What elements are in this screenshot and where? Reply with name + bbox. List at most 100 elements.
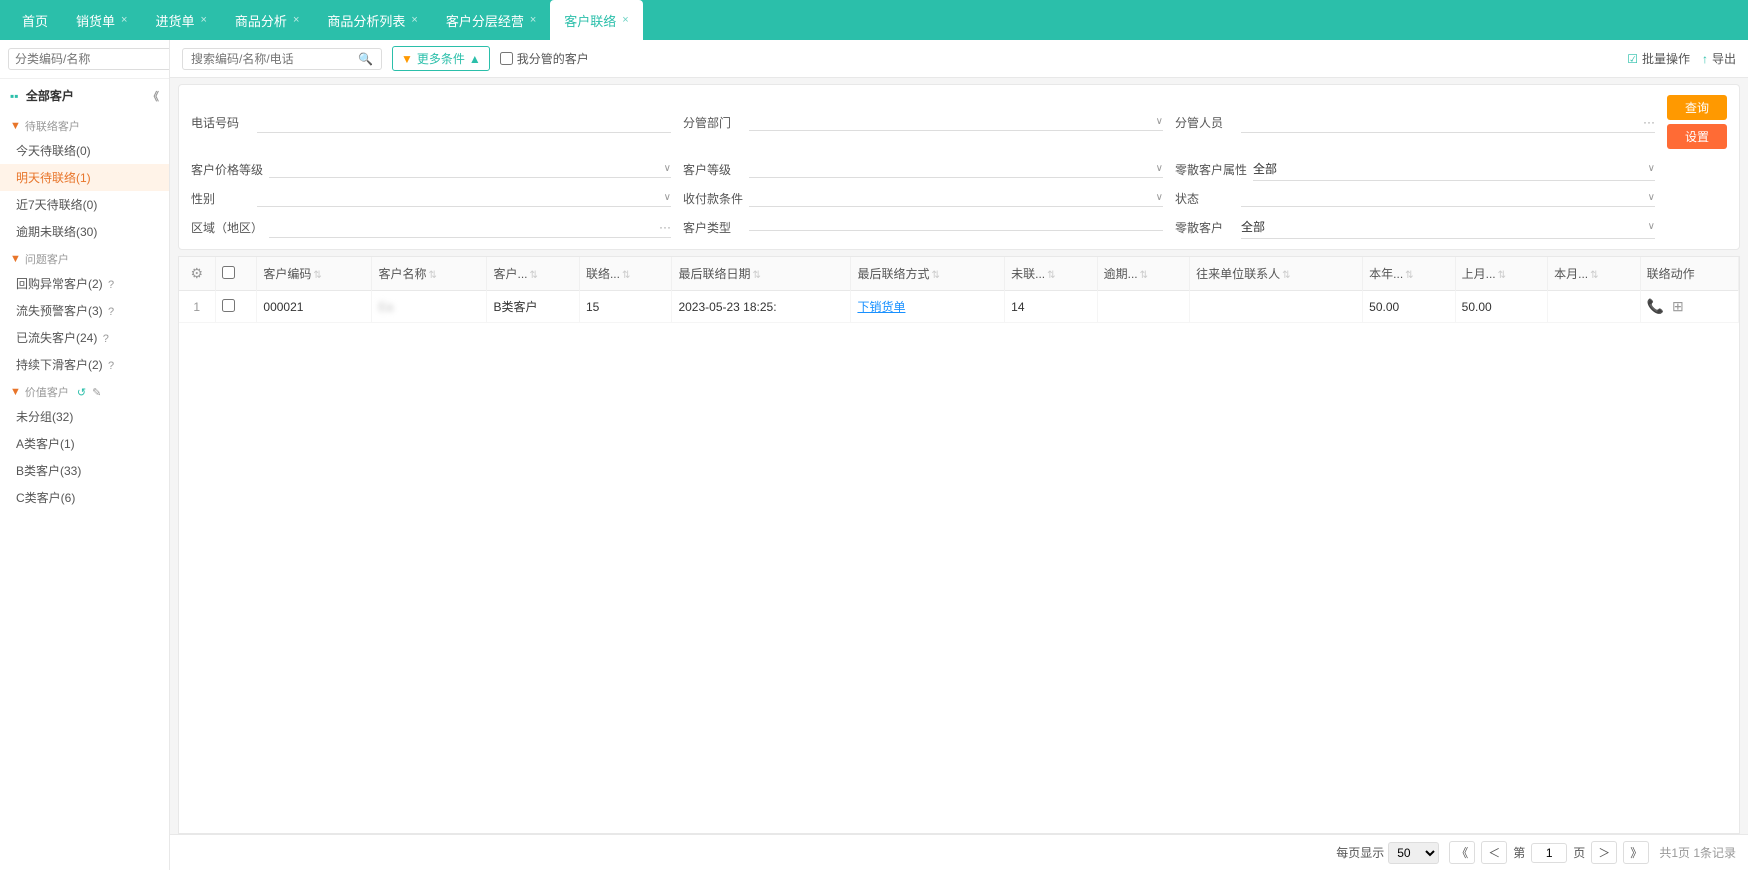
pagination: 《 ＜ 第 页 ＞ 》	[1449, 841, 1649, 864]
nav-sales[interactable]: 销货单 ×	[62, 0, 141, 40]
filter-region-select[interactable]: ···	[269, 217, 671, 238]
export-btn[interactable]: ↑ 导出	[1702, 50, 1736, 67]
sidebar-item-overdue[interactable]: 逾期未联络(30)	[0, 218, 169, 245]
last-method-link[interactable]: 下销货单	[857, 300, 905, 314]
clevel-chevron-icon: ∨	[1156, 163, 1163, 174]
select-all-checkbox[interactable]	[222, 266, 235, 279]
page-number-input[interactable]	[1531, 843, 1567, 863]
col-uncontacted[interactable]: 未联...⇅	[1005, 257, 1097, 291]
filter-phone-input[interactable]	[257, 112, 671, 133]
filter-retail-attr-select[interactable]: 全部 ∨	[1253, 157, 1655, 181]
col-name[interactable]: 客户名称⇅	[372, 257, 487, 291]
more-conditions-btn[interactable]: ▼ 更多条件 ▲	[392, 46, 490, 71]
sidebar-item-churned[interactable]: 已流失客户(24) ?	[0, 324, 169, 351]
retail-chevron-icon: ∨	[1648, 221, 1655, 232]
nav-product-analysis[interactable]: 商品分析 ×	[221, 0, 313, 40]
sidebar-item-tomorrow[interactable]: 明天待联络(1)	[0, 164, 169, 191]
row-checkbox[interactable]	[222, 299, 235, 312]
gender-chevron-icon: ∨	[664, 192, 671, 203]
filter-person-dots[interactable]: ···	[1643, 115, 1655, 129]
filter-person-select[interactable]: ···	[1241, 112, 1655, 133]
col-unit-contact[interactable]: 往来单位联系人⇅	[1190, 257, 1363, 291]
gear-icon[interactable]: ⚙	[190, 265, 203, 281]
close-product-analysis-icon[interactable]: ×	[293, 14, 299, 26]
col-last-month[interactable]: 上月...⇅	[1455, 257, 1547, 291]
sidebar-item-7days[interactable]: 近7天待联络(0)	[0, 191, 169, 218]
main-search-icon[interactable]: 🔍	[358, 52, 373, 66]
close-sales-icon[interactable]: ×	[121, 14, 127, 26]
main-search-input[interactable]	[191, 52, 358, 66]
filter-payment-select[interactable]: ∨	[749, 189, 1163, 207]
filter-price-select[interactable]: ∨	[269, 160, 671, 178]
col-type[interactable]: 客户...⇅	[487, 257, 579, 291]
col-overdue[interactable]: 逾期...⇅	[1097, 257, 1189, 291]
col-contact-count[interactable]: 联络...⇅	[579, 257, 671, 291]
collapse-icon[interactable]: 《	[148, 88, 159, 104]
refresh-icon[interactable]: ↺	[77, 386, 86, 399]
sidebar-item-churn-warning[interactable]: 流失预警客户(3) ?	[0, 297, 169, 324]
close-customer-contact-icon[interactable]: ×	[622, 14, 628, 26]
content-area: 🔍 ▼ 更多条件 ▲ 我分管的客户 ☑ 批量操作 ↑ 导出	[170, 40, 1748, 870]
filter-status-select[interactable]: ∨	[1241, 189, 1655, 207]
action-contact-icon[interactable]: 📞	[1647, 298, 1664, 315]
nav-home[interactable]: 首页	[8, 0, 62, 40]
sidebar-item-a-class[interactable]: A类客户(1)	[0, 430, 169, 457]
edit-value-icon[interactable]: ✎	[92, 386, 101, 399]
next-page-btn[interactable]: ＞	[1591, 841, 1617, 864]
col-last-date[interactable]: 最后联络日期⇅	[672, 257, 851, 291]
filter-clevel-select[interactable]: ∨	[749, 160, 1163, 178]
filter-status: 状态 ∨	[1175, 189, 1655, 207]
close-customer-layers-icon[interactable]: ×	[530, 14, 536, 26]
nav-customer-contact[interactable]: 客户联络 ×	[550, 0, 642, 40]
my-customers-checkbox-label[interactable]: 我分管的客户	[500, 50, 589, 67]
query-btn[interactable]: 查询	[1667, 95, 1727, 120]
batch-ops-btn[interactable]: ☑ 批量操作	[1627, 50, 1690, 67]
sidebar-search-input[interactable]	[8, 48, 170, 70]
sidebar-item-b-class[interactable]: B类客户(33)	[0, 457, 169, 484]
export-icon: ↑	[1702, 52, 1708, 66]
unit-sort-icon: ⇅	[1282, 270, 1290, 281]
nav-product-analysis-list[interactable]: 商品分析列表 ×	[313, 0, 431, 40]
action-more-icon[interactable]: ⊞	[1672, 298, 1684, 315]
filter-region-label: 区域（地区）	[191, 219, 263, 236]
last-page-btn[interactable]: 》	[1623, 841, 1649, 864]
set-btn[interactable]: 设置	[1667, 124, 1727, 149]
sidebar-item-c-class[interactable]: C类客户(6)	[0, 484, 169, 511]
cell-this-year: 50.00	[1363, 291, 1455, 323]
cell-check[interactable]	[215, 291, 257, 323]
sidebar-item-ungroup[interactable]: 未分组(32)	[0, 403, 169, 430]
my-customers-checkbox[interactable]	[500, 52, 513, 65]
close-purchase-icon[interactable]: ×	[200, 14, 206, 26]
col-this-year[interactable]: 本年...⇅	[1363, 257, 1455, 291]
prev-page-btn[interactable]: ＜	[1481, 841, 1507, 864]
nav-customer-layers[interactable]: 客户分层经营 ×	[432, 0, 550, 40]
filter-ctype-select[interactable]	[749, 224, 1163, 231]
top-nav: 首页 销货单 × 进货单 × 商品分析 × 商品分析列表 × 客户分层经营 × …	[0, 0, 1748, 40]
filter-customer-type: 客户类型	[683, 219, 1163, 236]
sidebar-all-customers[interactable]: ▪▪ 全部客户 《	[0, 79, 169, 112]
page-size-select[interactable]: 50 10 20 100	[1388, 842, 1439, 864]
filter-payment-label: 收付款条件	[683, 190, 743, 207]
col-code[interactable]: 客户编码⇅	[257, 257, 372, 291]
filter-dept-select[interactable]: ∨	[749, 113, 1163, 131]
filter-retail-label: 零散客户	[1175, 219, 1235, 236]
filter-gender-select[interactable]: ∨	[257, 189, 671, 207]
cell-last-method[interactable]: 下销货单	[851, 291, 1005, 323]
first-page-btn[interactable]: 《	[1449, 841, 1475, 864]
col-checkbox[interactable]	[215, 257, 257, 291]
col-gear[interactable]: ⚙	[179, 257, 215, 291]
close-product-list-icon[interactable]: ×	[411, 14, 417, 26]
sidebar-item-declining[interactable]: 持续下滑客户(2) ?	[0, 351, 169, 378]
col-last-method[interactable]: 最后联络方式⇅	[851, 257, 1005, 291]
filter-dept-label: 分管部门	[683, 114, 743, 131]
filter-phone-label: 电话号码	[191, 114, 251, 131]
filter-retail-select[interactable]: 全部 ∨	[1241, 215, 1655, 239]
sidebar-item-abnormal[interactable]: 回购异常客户(2) ?	[0, 270, 169, 297]
region-dots-icon[interactable]: ···	[659, 220, 671, 234]
sidebar-pending-title: ▼ 待联络客户	[0, 112, 169, 137]
cell-name[interactable]: Ea	[372, 291, 487, 323]
nav-purchase[interactable]: 进货单 ×	[141, 0, 220, 40]
col-this-month[interactable]: 本月...⇅	[1548, 257, 1640, 291]
page-size-area: 每页显示 50 10 20 100	[1336, 842, 1439, 864]
sidebar-item-today[interactable]: 今天待联络(0)	[0, 137, 169, 164]
